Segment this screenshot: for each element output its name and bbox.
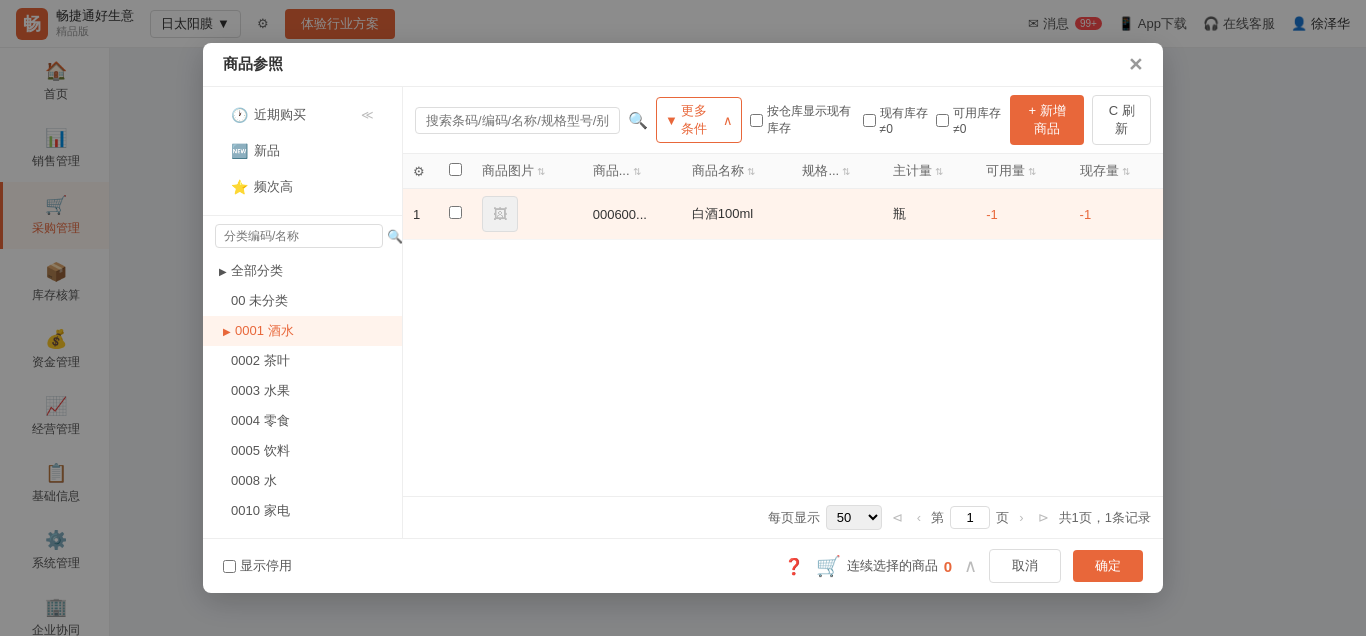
row-available: -1 <box>976 189 1069 240</box>
category-0010[interactable]: 0010 家电 <box>203 496 402 526</box>
footer-right: ❓ 🛒 连续选择的商品 0 ∧ 取消 确定 <box>784 549 1143 583</box>
category-0004[interactable]: 0004 零食 <box>203 406 402 436</box>
row-checkbox <box>439 189 472 240</box>
row-unit: 瓶 <box>883 189 976 240</box>
modal-title: 商品参照 <box>223 55 283 74</box>
active-expand-icon: ▶ <box>223 326 231 337</box>
search-toolbar: 🔍 ▼ 更多条件 ∧ 按仓库显示现有库存 现有库存≠0 <box>403 87 1163 154</box>
last-page-button[interactable]: ⊳ <box>1034 508 1053 527</box>
new-product-item[interactable]: 🆕 新品 <box>219 136 386 166</box>
checkbox-available-input[interactable] <box>936 114 949 127</box>
star-icon: ⭐ <box>231 179 248 195</box>
checkbox-warehouse-input[interactable] <box>750 114 763 127</box>
col-stock: 现存量 ⇅ <box>1070 154 1163 189</box>
filter-up-icon: ∧ <box>723 113 733 128</box>
category-0002[interactable]: 0002 茶叶 <box>203 346 402 376</box>
modal-header: 商品参照 ✕ <box>203 43 1163 87</box>
sort-icon-stock[interactable]: ⇅ <box>1122 166 1130 177</box>
add-product-button[interactable]: + 新增商品 <box>1010 95 1084 145</box>
row-image: 🖼 <box>472 189 583 240</box>
modal-close-button[interactable]: ✕ <box>1128 56 1143 74</box>
expand-icon: ▶ <box>219 266 227 277</box>
col-available: 可用量 ⇅ <box>976 154 1069 189</box>
footer-collapse-icon[interactable]: ∧ <box>964 555 977 577</box>
category-0005[interactable]: 0005 饮料 <box>203 436 402 466</box>
row-stock: -1 <box>1070 189 1163 240</box>
category-search-input[interactable] <box>215 224 383 248</box>
col-code: 商品... ⇅ <box>583 154 682 189</box>
row-spec <box>792 189 882 240</box>
sort-icon-available[interactable]: ⇅ <box>1028 166 1036 177</box>
page-number-input[interactable] <box>950 506 990 529</box>
category-0008[interactable]: 0008 水 <box>203 466 402 496</box>
cart-area: 🛒 连续选择的商品 0 <box>816 554 952 578</box>
filter-icon: ▼ <box>665 113 678 128</box>
category-0003[interactable]: 0003 水果 <box>203 376 402 406</box>
modal-body: 🕐 近期购买 ≪ 🆕 新品 ⭐ 频次高 🔍 <box>203 87 1163 538</box>
category-all[interactable]: ▶ 全部分类 <box>203 256 402 286</box>
sort-icon-unit[interactable]: ⇅ <box>935 166 943 177</box>
checkbox-available-nonzero[interactable]: 可用库存≠0 <box>936 105 1002 136</box>
recent-icon: 🕐 <box>231 107 248 123</box>
next-page-button[interactable]: › <box>1015 508 1027 527</box>
table-row[interactable]: 1 🖼 <box>403 189 1163 240</box>
cart-icon[interactable]: 🛒 <box>816 554 841 578</box>
category-search-row: 🔍 <box>203 220 402 252</box>
modal-overlay: 商品参照 ✕ 🕐 近期购买 ≪ 🆕 新品 ⭐ <box>0 0 1366 636</box>
col-name: 商品名称 ⇅ <box>682 154 793 189</box>
sort-icon-spec[interactable]: ⇅ <box>842 166 850 177</box>
row-select-checkbox[interactable] <box>449 206 462 219</box>
product-search-input[interactable] <box>415 107 620 134</box>
modal-footer: 显示停用 ❓ 🛒 连续选择的商品 0 ∧ 取消 确定 <box>203 538 1163 593</box>
col-spec: 规格... ⇅ <box>792 154 882 189</box>
col-checkbox <box>439 154 472 189</box>
product-image: 🖼 <box>482 196 518 232</box>
row-index: 1 <box>403 189 439 240</box>
pagination: 每页显示 50 20 100 ⊲ ‹ 第 页 › ⊳ 共1页，1条记录 <box>403 496 1163 538</box>
help-icon[interactable]: ❓ <box>784 557 804 576</box>
product-reference-modal: 商品参照 ✕ 🕐 近期购买 ≪ 🆕 新品 ⭐ <box>203 43 1163 593</box>
image-placeholder: 🖼 <box>493 206 507 222</box>
checkbox-by-warehouse[interactable]: 按仓库显示现有库存 <box>750 103 855 137</box>
product-table: ⚙ 商品图片 ⇅ <box>403 154 1163 240</box>
left-panel: 🕐 近期购买 ≪ 🆕 新品 ⭐ 频次高 🔍 <box>203 87 403 538</box>
row-code: 000600... <box>583 189 682 240</box>
sort-icon-name[interactable]: ⇅ <box>747 166 755 177</box>
show-disabled-checkbox[interactable]: 显示停用 <box>223 557 292 575</box>
select-all-checkbox[interactable] <box>449 163 462 176</box>
sort-icon-image[interactable]: ⇅ <box>537 166 545 177</box>
toolbar-right: + 新增商品 C 刷新 <box>1010 95 1151 145</box>
category-list: ▶ 全部分类 00 未分类 ▶ 0001 酒水 0002 茶叶 0003 水果 <box>203 252 402 530</box>
new-icon: 🆕 <box>231 143 248 159</box>
left-panel-top: 🕐 近期购买 ≪ 🆕 新品 ⭐ 频次高 <box>203 95 402 211</box>
cancel-button[interactable]: 取消 <box>989 549 1061 583</box>
right-panel: 🔍 ▼ 更多条件 ∧ 按仓库显示现有库存 现有库存≠0 <box>403 87 1163 538</box>
confirm-button[interactable]: 确定 <box>1073 550 1143 582</box>
sort-icon-code[interactable]: ⇅ <box>633 166 641 177</box>
first-page-button[interactable]: ⊲ <box>888 508 907 527</box>
search-icon[interactable]: 🔍 <box>628 111 648 130</box>
frequent-item[interactable]: ⭐ 频次高 <box>219 172 386 202</box>
category-0001[interactable]: ▶ 0001 酒水 <box>203 316 402 346</box>
refresh-button[interactable]: C 刷新 <box>1092 95 1151 145</box>
recent-purchase-item[interactable]: 🕐 近期购买 ≪ <box>219 100 386 130</box>
checkbox-stock-input[interactable] <box>863 114 876 127</box>
settings-icon[interactable]: ⚙ <box>413 164 425 179</box>
col-settings[interactable]: ⚙ <box>403 154 439 189</box>
col-unit: 主计量 ⇅ <box>883 154 976 189</box>
prev-page-button[interactable]: ‹ <box>913 508 925 527</box>
col-image: 商品图片 ⇅ <box>472 154 583 189</box>
product-table-area: ⚙ 商品图片 ⇅ <box>403 154 1163 496</box>
row-name: 白酒100ml <box>682 189 793 240</box>
category-00[interactable]: 00 未分类 <box>203 286 402 316</box>
checkbox-stock-nonzero[interactable]: 现有库存≠0 <box>863 105 929 136</box>
filter-button[interactable]: ▼ 更多条件 ∧ <box>656 97 742 143</box>
collapse-icon[interactable]: ≪ <box>361 108 374 122</box>
show-disabled-input[interactable] <box>223 560 236 573</box>
category-search-icon[interactable]: 🔍 <box>387 229 403 244</box>
left-panel-divider <box>203 215 402 216</box>
per-page-select[interactable]: 50 20 100 <box>826 505 882 530</box>
